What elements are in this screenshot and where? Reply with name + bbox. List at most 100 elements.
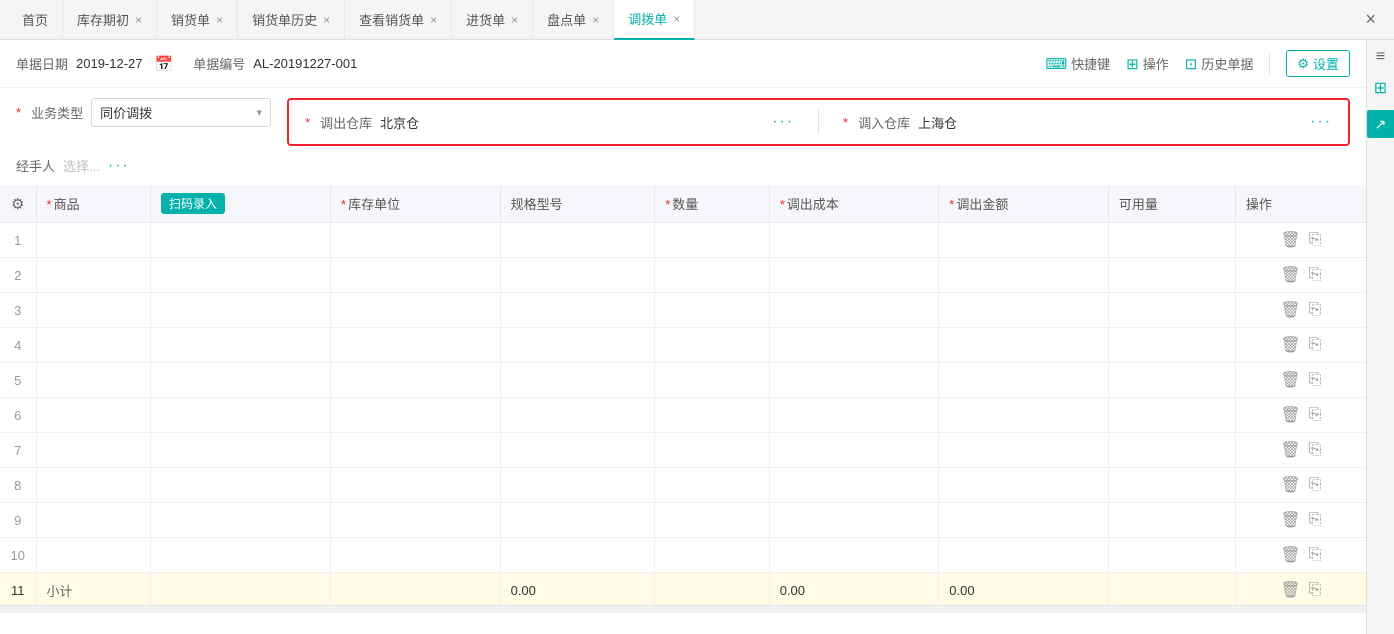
- copy-icon-7[interactable]: ⎘: [1309, 441, 1322, 459]
- cost-cell-5[interactable]: [769, 363, 939, 398]
- tab-purchase-close[interactable]: ×: [511, 14, 518, 26]
- spec-cell-7[interactable]: [500, 433, 655, 468]
- qty-cell-1[interactable]: [655, 223, 770, 258]
- scan-button[interactable]: 扫码录入: [161, 193, 225, 214]
- product-cell-1[interactable]: [36, 223, 151, 258]
- cost-cell-1[interactable]: [769, 223, 939, 258]
- cost-cell-8[interactable]: [769, 468, 939, 503]
- calendar-icon[interactable]: 📅: [155, 55, 174, 73]
- delete-icon-11[interactable]: 🗑: [1280, 580, 1300, 600]
- copy-icon-6[interactable]: ⎘: [1309, 406, 1322, 424]
- product-cell-10[interactable]: [36, 538, 151, 573]
- tab-transfer-close[interactable]: ×: [673, 13, 680, 25]
- delete-icon-10[interactable]: 🗑: [1280, 545, 1300, 565]
- amount-cell-9[interactable]: [939, 503, 1109, 538]
- spec-cell-1[interactable]: [500, 223, 655, 258]
- qty-cell-4[interactable]: [655, 328, 770, 363]
- amount-cell-7[interactable]: [939, 433, 1109, 468]
- qty-cell-8[interactable]: [655, 468, 770, 503]
- spec-cell-8[interactable]: [500, 468, 655, 503]
- tab-view-sales-close[interactable]: ×: [430, 14, 437, 26]
- delete-icon-2[interactable]: 🗑: [1280, 265, 1300, 285]
- spec-cell-5[interactable]: [500, 363, 655, 398]
- tab-sales-history[interactable]: 销货单历史 ×: [238, 0, 345, 40]
- amount-cell-5[interactable]: [939, 363, 1109, 398]
- product-cell-8[interactable]: [36, 468, 151, 503]
- panel-list-icon[interactable]: ≡: [1376, 48, 1385, 66]
- tab-inventory-init[interactable]: 库存期初 ×: [63, 0, 157, 40]
- amount-cell-8[interactable]: [939, 468, 1109, 503]
- copy-icon-1[interactable]: ⎘: [1309, 231, 1322, 249]
- delete-icon-8[interactable]: 🗑: [1280, 475, 1300, 495]
- spec-cell-10[interactable]: [500, 538, 655, 573]
- delete-icon-4[interactable]: 🗑: [1280, 335, 1300, 355]
- amount-cell-4[interactable]: [939, 328, 1109, 363]
- copy-icon-11[interactable]: ⎘: [1309, 581, 1322, 599]
- product-cell-7[interactable]: [36, 433, 151, 468]
- unit-cell-3[interactable]: [331, 293, 501, 328]
- tab-purchase[interactable]: 进货单 ×: [452, 0, 533, 40]
- tab-transfer[interactable]: 调拨单 ×: [614, 0, 695, 40]
- panel-export-icon[interactable]: ↗: [1367, 110, 1394, 138]
- panel-grid-icon[interactable]: ⊞: [1374, 78, 1387, 98]
- spec-cell-9[interactable]: [500, 503, 655, 538]
- amount-cell-1[interactable]: [939, 223, 1109, 258]
- unit-cell-2[interactable]: [331, 258, 501, 293]
- amount-cell-3[interactable]: [939, 293, 1109, 328]
- copy-icon-10[interactable]: ⎘: [1309, 546, 1322, 564]
- tab-inventory-check[interactable]: 盘点单 ×: [533, 0, 614, 40]
- shortcuts-button[interactable]: ⌨ 快捷键: [1045, 54, 1110, 73]
- cost-cell-4[interactable]: [769, 328, 939, 363]
- delete-icon-9[interactable]: 🗑: [1280, 510, 1300, 530]
- cost-cell-3[interactable]: [769, 293, 939, 328]
- tab-view-sales[interactable]: 查看销货单 ×: [345, 0, 452, 40]
- person-more[interactable]: ···: [108, 157, 130, 175]
- unit-cell-6[interactable]: [331, 398, 501, 433]
- cost-cell-7[interactable]: [769, 433, 939, 468]
- cost-cell-2[interactable]: [769, 258, 939, 293]
- delete-icon-3[interactable]: 🗑: [1280, 300, 1300, 320]
- tab-inventory-init-close[interactable]: ×: [135, 14, 142, 26]
- tab-inventory-check-close[interactable]: ×: [592, 14, 599, 26]
- delete-icon-7[interactable]: 🗑: [1280, 440, 1300, 460]
- spec-cell-3[interactable]: [500, 293, 655, 328]
- spec-cell-4[interactable]: [500, 328, 655, 363]
- qty-cell-5[interactable]: [655, 363, 770, 398]
- horizontal-scrollbar[interactable]: [0, 605, 1366, 613]
- spec-cell-2[interactable]: [500, 258, 655, 293]
- business-type-select[interactable]: 同价调拨 ▾: [91, 98, 271, 127]
- warehouse-in-more[interactable]: ···: [1310, 113, 1332, 131]
- product-cell-3[interactable]: [36, 293, 151, 328]
- amount-cell-6[interactable]: [939, 398, 1109, 433]
- cost-cell-6[interactable]: [769, 398, 939, 433]
- cost-cell-9[interactable]: [769, 503, 939, 538]
- delete-icon-6[interactable]: 🗑: [1280, 405, 1300, 425]
- delete-icon-5[interactable]: 🗑: [1280, 370, 1300, 390]
- spec-cell-6[interactable]: [500, 398, 655, 433]
- tab-home[interactable]: 首页: [8, 0, 63, 40]
- cost-cell-10[interactable]: [769, 538, 939, 573]
- warehouse-out-more[interactable]: ···: [772, 113, 794, 131]
- amount-cell-2[interactable]: [939, 258, 1109, 293]
- product-cell-9[interactable]: [36, 503, 151, 538]
- delete-icon-1[interactable]: 🗑: [1280, 230, 1300, 250]
- product-cell-2[interactable]: [36, 258, 151, 293]
- qty-cell-9[interactable]: [655, 503, 770, 538]
- unit-cell-8[interactable]: [331, 468, 501, 503]
- tab-sales-history-close[interactable]: ×: [323, 14, 330, 26]
- copy-icon-2[interactable]: ⎘: [1309, 266, 1322, 284]
- tab-sales-order-close[interactable]: ×: [216, 14, 223, 26]
- copy-icon-5[interactable]: ⎘: [1309, 371, 1322, 389]
- product-cell-5[interactable]: [36, 363, 151, 398]
- unit-cell-1[interactable]: [331, 223, 501, 258]
- qty-cell-7[interactable]: [655, 433, 770, 468]
- window-close-button[interactable]: ×: [1355, 9, 1386, 30]
- qty-cell-10[interactable]: [655, 538, 770, 573]
- product-cell-4[interactable]: [36, 328, 151, 363]
- table-gear-icon[interactable]: ⚙: [11, 196, 24, 213]
- person-select[interactable]: 选择...: [63, 156, 100, 175]
- settings-button[interactable]: ⚙ 设置: [1286, 50, 1350, 77]
- amount-cell-10[interactable]: [939, 538, 1109, 573]
- unit-cell-7[interactable]: [331, 433, 501, 468]
- history-button[interactable]: ⊡ 历史单据: [1185, 54, 1254, 73]
